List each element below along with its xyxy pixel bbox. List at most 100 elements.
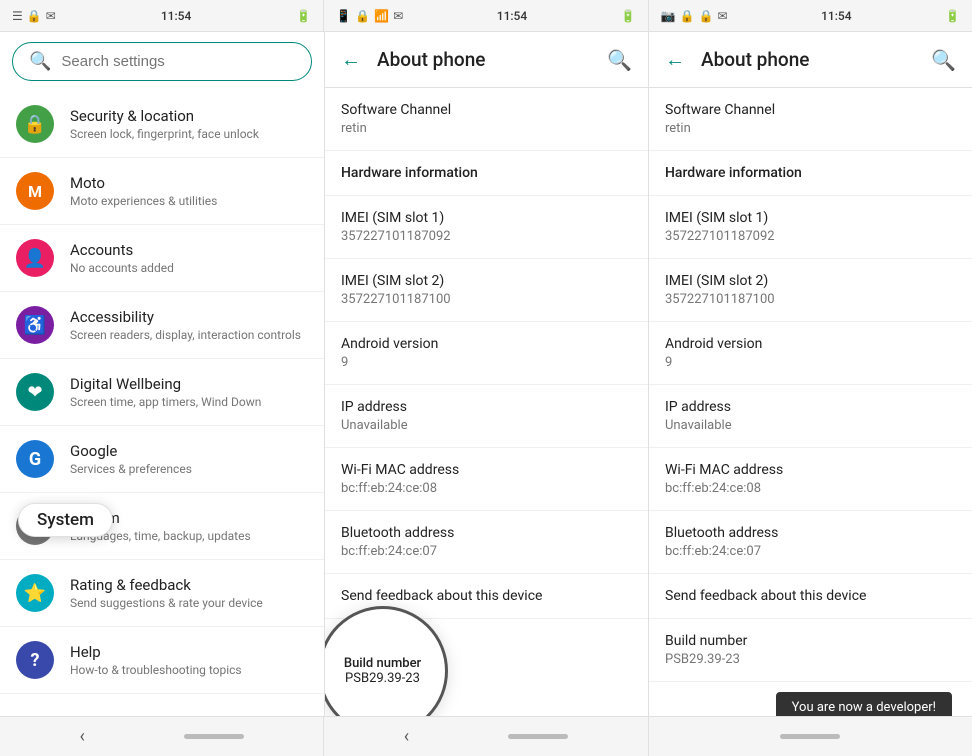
battery-icon-left: 🔋 [296,9,311,23]
right-panel-header: ← About phone 🔍 [649,32,972,88]
right-info-imei1-label: IMEI (SIM slot 1) [665,210,956,226]
info-build[interactable]: Build number PSB29.39-23 Build number PS… [325,619,648,716]
sidebar-item-rating[interactable]: ⭐ Rating & feedback Send suggestions & r… [0,560,324,627]
bottom-nav: ‹ ‹ [0,716,972,756]
info-software-channel[interactable]: Software Channel retin [325,88,648,151]
rating-icon: ⭐ [16,574,54,612]
right-info-build-label: Build number [665,633,956,649]
search-button-right[interactable]: 🔍 [931,48,956,72]
status-icon-signal: 📶 [374,9,389,23]
sidebar-item-digital-wellbeing[interactable]: ❤ Digital Wellbeing Screen time, app tim… [0,359,324,426]
info-bluetooth-value: bc:ff:eb:24:ce:07 [341,544,632,559]
nav-back-left[interactable]: ‹ [79,726,84,747]
right-info-wifi-mac-label: Wi-Fi MAC address [665,462,956,478]
info-imei1-value: 357227101187092 [341,229,632,244]
nav-pill-left [184,734,244,739]
sidebar-item-help[interactable]: ? Help How-to & troubleshooting topics [0,627,324,694]
status-icon-phone: 📱 [336,9,351,23]
right-info-hardware-section: Hardware information [649,151,972,196]
right-info-imei2[interactable]: IMEI (SIM slot 2) 357227101187100 [649,259,972,322]
info-imei1[interactable]: IMEI (SIM slot 1) 357227101187092 [325,196,648,259]
right-info-ip[interactable]: IP address Unavailable [649,385,972,448]
sidebar-item-accessibility[interactable]: ♿ Accessibility Screen readers, display,… [0,292,324,359]
security-title: Security & location [70,107,308,125]
accounts-icon: 👤 [16,239,54,277]
status-section-mid: 📱 🔒 📶 ✉ 11:54 🔋 [324,0,648,31]
nav-pill-mid [508,734,568,739]
search-bar[interactable]: 🔍 [12,42,312,81]
status-icon-lock: 🔒 [27,9,42,23]
right-info-imei2-value: 357227101187100 [665,292,956,307]
settings-list: 🔒 Security & location Screen lock, finge… [0,91,324,716]
info-android-label: Android version [341,336,632,352]
digital-wellbeing-icon: ❤ [16,373,54,411]
sidebar-item-google[interactable]: G Google Services & preferences [0,426,324,493]
info-imei2-value: 357227101187100 [341,292,632,307]
google-text: Google Services & preferences [70,442,308,476]
status-section-right: 📷 🔒 🔒 ✉ 11:54 🔋 [649,0,972,31]
right-info-imei2-label: IMEI (SIM slot 2) [665,273,956,289]
battery-icon-mid: 🔋 [621,9,636,23]
nav-pill-right [780,734,840,739]
info-hardware-label: Hardware information [341,165,632,181]
info-imei2[interactable]: IMEI (SIM slot 2) 357227101187100 [325,259,648,322]
info-wifi-mac[interactable]: Wi-Fi MAC address bc:ff:eb:24:ce:08 [325,448,648,511]
google-subtitle: Services & preferences [70,462,308,476]
back-button-right[interactable]: ← [665,47,685,72]
rating-title: Rating & feedback [70,576,308,594]
info-software-channel-label: Software Channel [341,102,632,118]
system-tooltip: System [18,503,113,537]
search-button-middle[interactable]: 🔍 [607,48,632,72]
developer-toast: You are now a developer! [776,692,952,716]
back-button-middle[interactable]: ← [341,47,361,72]
info-wifi-mac-value: bc:ff:eb:24:ce:08 [341,481,632,496]
status-icon-lock4: 🔒 [699,9,714,23]
right-panel-content: Software Channel retin Hardware informat… [649,88,972,716]
system-item-wrap: System ℹ System Languages, time, backup,… [0,493,324,560]
digital-wellbeing-title: Digital Wellbeing [70,375,308,393]
right-info-feedback-label: Send feedback about this device [665,588,956,604]
battery-icon-right: 🔋 [945,9,960,23]
right-info-wifi-mac[interactable]: Wi-Fi MAC address bc:ff:eb:24:ce:08 [649,448,972,511]
build-circle-value: PSB29.39-23 [345,671,420,686]
right-info-ip-label: IP address [665,399,956,415]
moto-title: Moto [70,174,308,192]
right-info-build[interactable]: Build number PSB29.39-23 [649,619,972,682]
right-info-software-channel-label: Software Channel [665,102,956,118]
right-info-hardware-label: Hardware information [665,165,956,181]
right-info-software-channel[interactable]: Software Channel retin [649,88,972,151]
right-info-wifi-mac-value: bc:ff:eb:24:ce:08 [665,481,956,496]
status-icon-cam: 📷 [661,9,676,23]
status-time-left: 11:54 [161,9,191,23]
status-bar: ☰ 🔒 ✉ 11:54 🔋 📱 🔒 📶 ✉ 11:54 🔋 📷 🔒 🔒 ✉ 11… [0,0,972,32]
status-time-mid: 11:54 [497,9,527,23]
bottom-nav-mid: ‹ [324,717,648,756]
status-icon-msg2: ✉ [393,9,403,23]
sidebar-item-security[interactable]: 🔒 Security & location Screen lock, finge… [0,91,324,158]
right-info-feedback[interactable]: Send feedback about this device [649,574,972,619]
right-info-android[interactable]: Android version 9 [649,322,972,385]
sidebar-item-accounts[interactable]: 👤 Accounts No accounts added [0,225,324,292]
accessibility-subtitle: Screen readers, display, interaction con… [70,328,308,342]
info-bluetooth[interactable]: Bluetooth address bc:ff:eb:24:ce:07 [325,511,648,574]
right-info-imei1[interactable]: IMEI (SIM slot 1) 357227101187092 [649,196,972,259]
status-section-left: ☰ 🔒 ✉ 11:54 🔋 [0,0,324,31]
info-ip[interactable]: IP address Unavailable [325,385,648,448]
moto-text: Moto Moto experiences & utilities [70,174,308,208]
status-icon-menu: ☰ [12,9,23,23]
sidebar-item-moto[interactable]: M Moto Moto experiences & utilities [0,158,324,225]
bottom-nav-right [649,717,972,756]
accessibility-title: Accessibility [70,308,308,326]
help-title: Help [70,643,308,661]
info-android[interactable]: Android version 9 [325,322,648,385]
security-subtitle: Screen lock, fingerprint, face unlock [70,127,308,141]
right-info-bluetooth[interactable]: Bluetooth address bc:ff:eb:24:ce:07 [649,511,972,574]
right-info-ip-value: Unavailable [665,418,956,433]
info-imei1-label: IMEI (SIM slot 1) [341,210,632,226]
info-android-value: 9 [341,355,632,370]
build-circle-title: Build number [344,656,421,671]
nav-back-mid[interactable]: ‹ [404,726,409,747]
right-panel-title: About phone [701,48,915,71]
info-imei2-label: IMEI (SIM slot 2) [341,273,632,289]
search-input[interactable] [61,53,295,70]
